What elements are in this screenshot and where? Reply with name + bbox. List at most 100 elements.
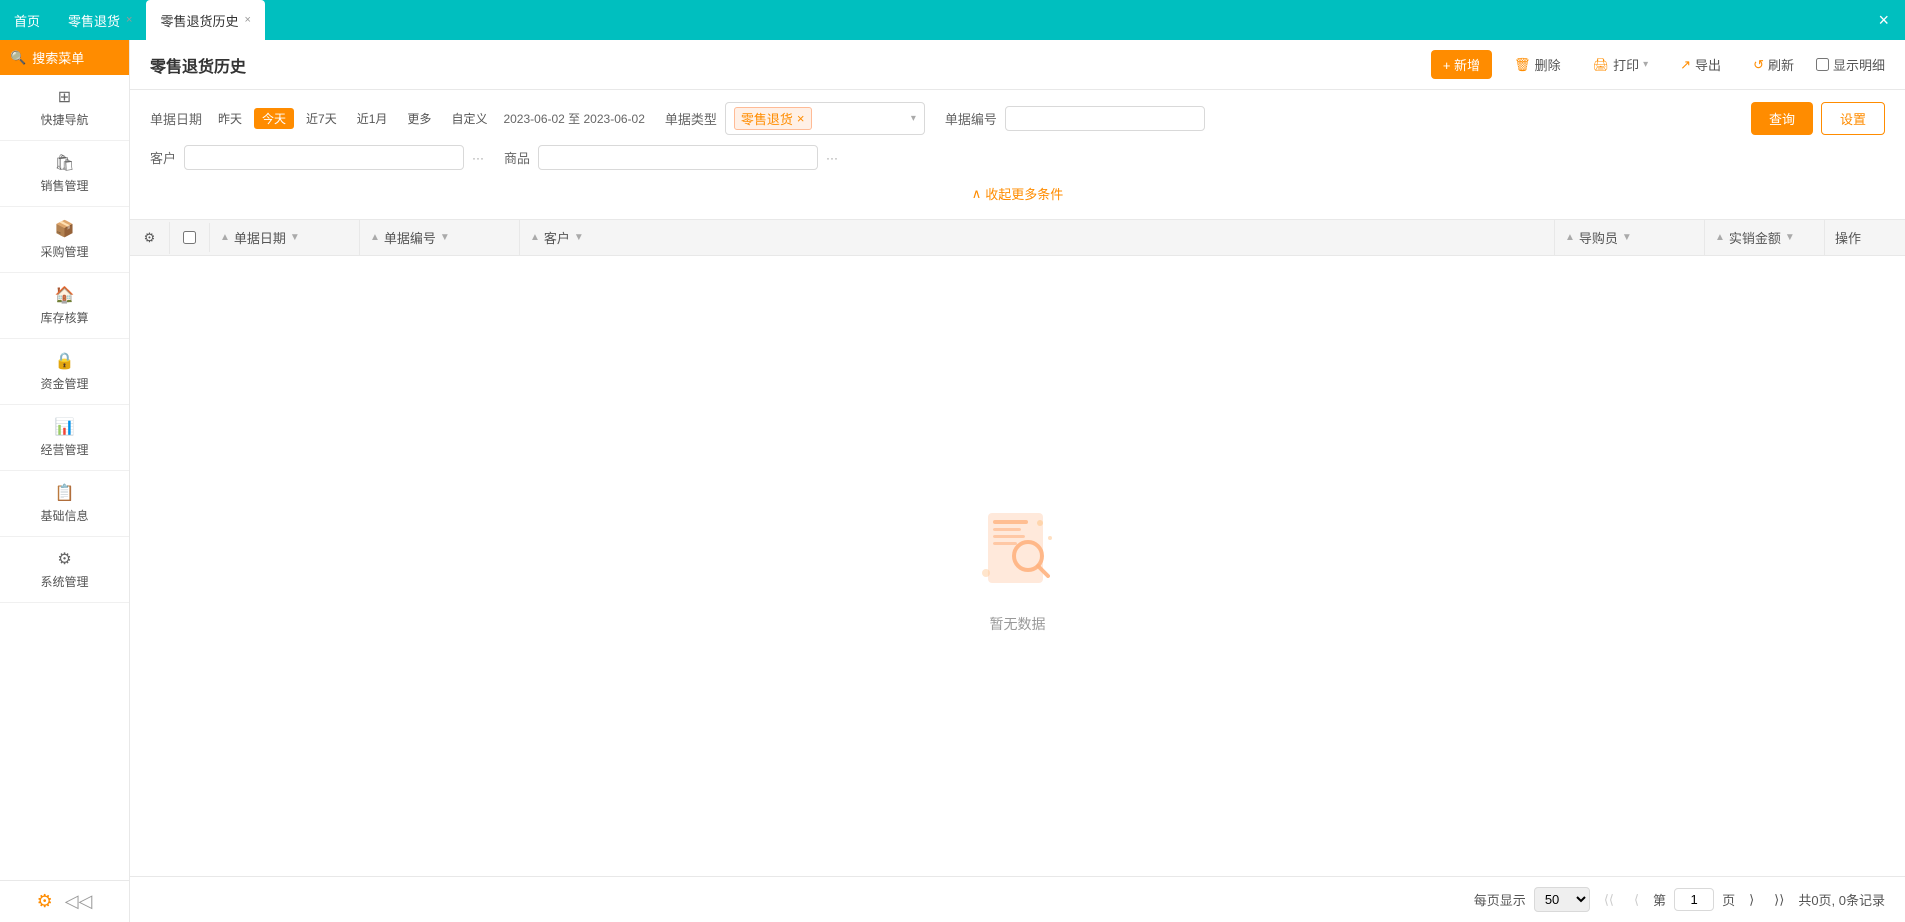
pagination-last-button[interactable]: ⟩⟩ bbox=[1768, 890, 1790, 910]
top-tab-bar: 首页 零售退货 × 零售退货历史 × × bbox=[0, 0, 1905, 40]
delete-button-label: 删除 bbox=[1535, 55, 1561, 74]
window-close-button[interactable]: × bbox=[1862, 10, 1905, 31]
sidebar-item-operations[interactable]: 📊 经营管理 bbox=[0, 405, 129, 471]
th-settings[interactable]: ⚙ bbox=[130, 222, 170, 254]
refresh-button[interactable]: ↺ 刷新 bbox=[1743, 50, 1804, 79]
filter-row-1: 单据日期 昨天 今天 近7天 近1月 更多 自定义 2023-06-02 至 2… bbox=[150, 102, 1885, 135]
select-all-checkbox[interactable] bbox=[183, 231, 196, 244]
th-customer[interactable]: ▲ 客户 ▼ bbox=[520, 220, 1555, 255]
date-btn-1month[interactable]: 近1月 bbox=[349, 108, 396, 129]
pagination-prev-button[interactable]: ⟨ bbox=[1628, 890, 1645, 910]
th-doc-no[interactable]: ▲ 单据编号 ▼ bbox=[360, 220, 520, 255]
audio-bottom-icon[interactable]: ◁◁ bbox=[65, 891, 93, 912]
filter-doc-type-select[interactable]: 零售退货 × ▾ bbox=[725, 102, 925, 135]
content-area: 零售退货历史 + 新增 🗑 删除 🖨 打印 ▾ ↗ 导出 bbox=[130, 40, 1905, 922]
print-button[interactable]: 🖨 打印 ▾ bbox=[1583, 50, 1659, 79]
sidebar-item-operations-label: 经营管理 bbox=[40, 441, 88, 458]
pagination-first-button[interactable]: ⟨⟨ bbox=[1598, 890, 1620, 910]
export-button[interactable]: ↗ 导出 bbox=[1670, 50, 1731, 79]
sidebar-search-label: 搜索菜单 bbox=[32, 48, 84, 67]
page-input[interactable] bbox=[1674, 888, 1714, 911]
goods-ellipsis[interactable]: ··· bbox=[826, 151, 838, 165]
sidebar-item-system-mgmt[interactable]: ⚙ 系统管理 bbox=[0, 537, 129, 603]
settings-bottom-icon[interactable]: ⚙ bbox=[37, 891, 53, 912]
per-page-select[interactable]: 50 10 20 100 bbox=[1534, 887, 1590, 912]
sidebar-item-sales-mgmt[interactable]: 🛍 销售管理 bbox=[0, 141, 129, 207]
basic-info-icon: 📋 bbox=[55, 483, 75, 503]
filter-doc-type-label: 单据类型 bbox=[665, 109, 717, 128]
filter-goods-input[interactable] bbox=[538, 145, 818, 170]
th-amount-label: 实销金额 bbox=[1729, 228, 1781, 247]
sidebar-search[interactable]: 🔍 搜索菜单 bbox=[0, 40, 129, 75]
date-btn-7days[interactable]: 近7天 bbox=[298, 108, 345, 129]
customer-ellipsis[interactable]: ··· bbox=[472, 151, 484, 165]
doc-type-tag-text: 零售退货 bbox=[741, 109, 793, 128]
filter-doc-no-label: 单据编号 bbox=[945, 109, 997, 128]
tab-retail-return-close[interactable]: × bbox=[126, 14, 132, 26]
sidebar-item-quick-nav[interactable]: ⊞ 快捷导航 bbox=[0, 75, 129, 141]
pagination-total: 共0页, 0条记录 bbox=[1798, 890, 1885, 909]
doc-type-tag-close[interactable]: × bbox=[797, 111, 805, 126]
sort-asc-icon-guide: ▲ bbox=[1565, 232, 1575, 243]
filter-customer-input[interactable] bbox=[184, 145, 464, 170]
th-guide[interactable]: ▲ 导购员 ▼ bbox=[1555, 220, 1705, 255]
sidebar-item-system-label: 系统管理 bbox=[40, 573, 88, 590]
per-page-label: 每页显示 bbox=[1474, 890, 1526, 909]
print-icon: 🖨 bbox=[1593, 57, 1610, 73]
sidebar-item-purchase-mgmt[interactable]: 📦 采购管理 bbox=[0, 207, 129, 273]
sidebar-item-inventory[interactable]: 🏠 库存核算 bbox=[0, 273, 129, 339]
refresh-button-label: 刷新 bbox=[1768, 55, 1794, 74]
tab-retail-return-history-close[interactable]: × bbox=[244, 14, 250, 26]
finance-icon: 🔒 bbox=[55, 351, 75, 371]
tab-retail-return[interactable]: 零售退货 × bbox=[54, 0, 146, 40]
filter-row-2: 客户 ··· 商品 ··· bbox=[150, 145, 1885, 170]
new-button-label: + 新增 bbox=[1443, 55, 1480, 74]
sort-desc-icon-guide: ▼ bbox=[1622, 232, 1632, 243]
tab-retail-return-history[interactable]: 零售退货历史 × bbox=[146, 0, 264, 40]
table-header: ⚙ ▲ 单据日期 ▼ ▲ 单据编号 ▼ ▲ 客户 ▼ bbox=[130, 220, 1905, 256]
filter-area: 单据日期 昨天 今天 近7天 近1月 更多 自定义 2023-06-02 至 2… bbox=[130, 90, 1905, 220]
purchase-icon: 📦 bbox=[55, 219, 75, 239]
sidebar-item-basic-info[interactable]: 📋 基础信息 bbox=[0, 471, 129, 537]
print-dropdown-icon: ▾ bbox=[1643, 59, 1648, 70]
th-doc-no-label: 单据编号 bbox=[384, 228, 436, 247]
sidebar-item-quick-nav-label: 快捷导航 bbox=[40, 111, 88, 128]
date-btn-yesterday[interactable]: 昨天 bbox=[210, 108, 250, 129]
export-icon: ↗ bbox=[1680, 57, 1691, 73]
delete-button[interactable]: 🗑 删除 bbox=[1504, 50, 1571, 79]
show-detail-checkbox-label: 显示明细 bbox=[1816, 55, 1885, 74]
th-date-label: 单据日期 bbox=[234, 228, 286, 247]
th-operation-label: 操作 bbox=[1835, 228, 1861, 247]
sidebar: 🔍 搜索菜单 ⊞ 快捷导航 🛍 销售管理 📦 采购管理 🏠 库存核算 🔒 资金管… bbox=[0, 40, 130, 922]
tab-home[interactable]: 首页 bbox=[0, 0, 54, 40]
quick-nav-icon: ⊞ bbox=[58, 87, 71, 107]
filter-doc-no-input[interactable] bbox=[1005, 106, 1205, 131]
pagination-next-button[interactable]: ⟩ bbox=[1743, 890, 1760, 910]
date-btn-custom[interactable]: 自定义 bbox=[443, 108, 495, 129]
toolbar: + 新增 🗑 删除 🖨 打印 ▾ ↗ 导出 ↺ 刷新 bbox=[1431, 50, 1885, 79]
th-customer-label: 客户 bbox=[544, 228, 570, 247]
sidebar-item-purchase-label: 采购管理 bbox=[40, 243, 88, 260]
new-button[interactable]: + 新增 bbox=[1431, 50, 1492, 79]
doc-type-tag: 零售退货 × bbox=[734, 107, 812, 130]
collapse-icon: ∧ bbox=[972, 186, 982, 202]
search-icon: 🔍 bbox=[10, 50, 26, 66]
filter-customer: 客户 ··· bbox=[150, 145, 484, 170]
page-title: 零售退货历史 bbox=[150, 53, 246, 77]
filter-settings-button-label: 设置 bbox=[1840, 112, 1866, 127]
date-btn-today[interactable]: 今天 bbox=[254, 108, 294, 129]
query-button-label: 查询 bbox=[1769, 112, 1795, 127]
collapse-button[interactable]: ∧ 收起更多条件 bbox=[150, 180, 1885, 207]
sort-desc-icon-customer: ▼ bbox=[574, 232, 584, 243]
sidebar-item-finance[interactable]: 🔒 资金管理 bbox=[0, 339, 129, 405]
th-amount[interactable]: ▲ 实销金额 ▼ bbox=[1705, 220, 1825, 255]
query-button[interactable]: 查询 bbox=[1751, 102, 1813, 135]
print-button-label: 打印 bbox=[1613, 55, 1639, 74]
th-date[interactable]: ▲ 单据日期 ▼ bbox=[210, 220, 360, 255]
filter-settings-button[interactable]: 设置 bbox=[1821, 102, 1885, 135]
date-btn-more[interactable]: 更多 bbox=[399, 108, 439, 129]
show-detail-checkbox[interactable] bbox=[1816, 58, 1829, 71]
sort-asc-icon-customer: ▲ bbox=[530, 232, 540, 243]
th-checkbox[interactable] bbox=[170, 223, 210, 252]
sort-asc-icon-docno: ▲ bbox=[370, 232, 380, 243]
